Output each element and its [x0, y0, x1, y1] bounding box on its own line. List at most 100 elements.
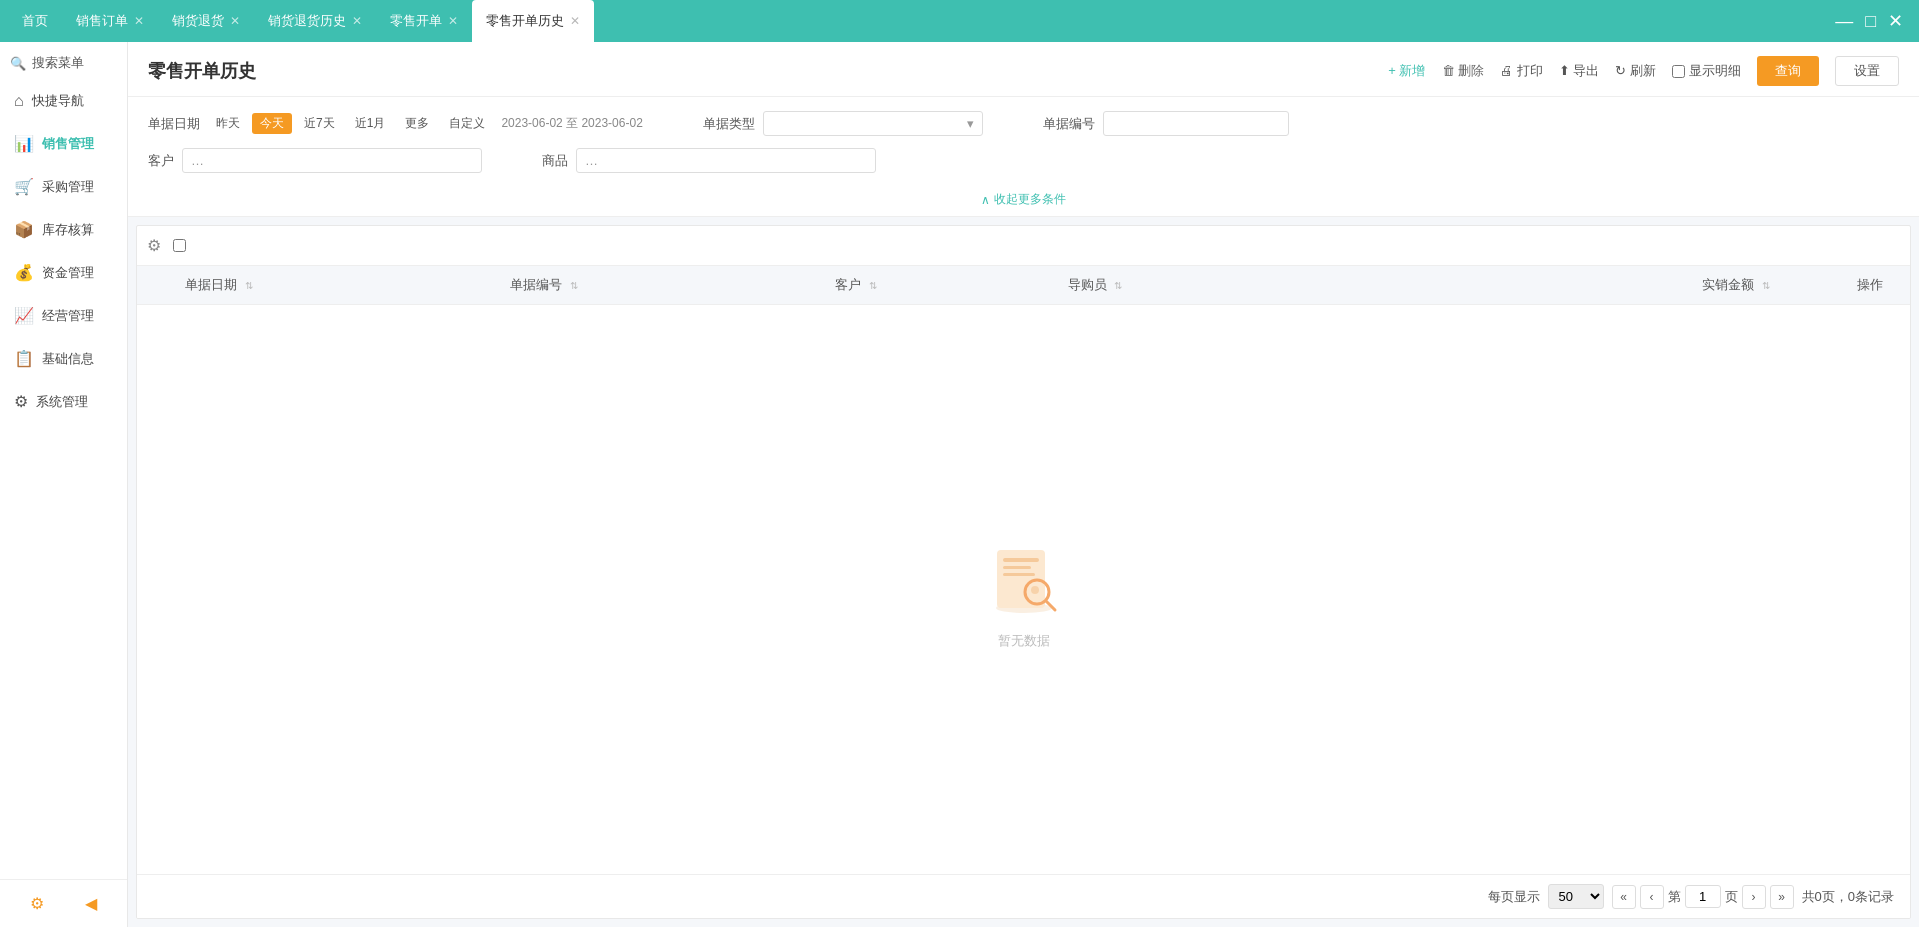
sidebar-label-quick-nav: 快捷导航 [32, 92, 84, 110]
page-size-select[interactable]: 50 10 20 100 [1548, 884, 1604, 909]
next-page-btn[interactable]: › [1742, 885, 1766, 909]
svg-rect-3 [1003, 566, 1031, 569]
export-button[interactable]: ⬆ 导出 [1559, 62, 1600, 80]
sidebar-item-basic-info[interactable]: 📋 基础信息 [0, 337, 127, 380]
sidebar-item-sys-mgmt[interactable]: ⚙系统管理 [0, 380, 127, 423]
total-info: 共0页，0条记录 [1802, 888, 1894, 906]
th-customer[interactable]: 客户 ⇅ [823, 266, 1056, 305]
query-button[interactable]: 查询 [1757, 56, 1819, 86]
tab-close-sales-order[interactable]: ✕ [134, 14, 144, 28]
page-header: 零售开单历史 + 新增 🗑 删除 🖨 打印 ⬆ 导出 ↻ 刷新 显示明细 查询 … [128, 42, 1919, 97]
date-pills: 昨天 今天 近7天 近1月 更多 自定义 [208, 113, 493, 134]
filter-area: 单据日期 昨天 今天 近7天 近1月 更多 自定义 2023-06-02 至 2… [128, 97, 1919, 217]
search-menu-label: 搜索菜单 [32, 54, 84, 72]
operations-icon: 📈 [14, 306, 34, 325]
tab-sales-order[interactable]: 销售订单✕ [62, 0, 158, 42]
tab-retail-open[interactable]: 零售开单✕ [376, 0, 472, 42]
page-title: 零售开单历史 [148, 59, 256, 83]
th-customer-sort-icon: ⇅ [869, 280, 877, 291]
goods-select[interactable]: … [576, 148, 876, 173]
sidebar-item-finance[interactable]: 💰资金管理 [0, 251, 127, 294]
date-pill-yesterday[interactable]: 昨天 [208, 113, 248, 134]
sidebar-item-quick-nav[interactable]: ⌂快捷导航 [0, 80, 127, 122]
table-settings-icon[interactable]: ⚙ [147, 236, 161, 255]
customer-select[interactable]: … [182, 148, 482, 173]
th-amount-sort-icon: ⇅ [1762, 280, 1770, 291]
th-salesperson[interactable]: 导购员 ⇅ [1056, 266, 1335, 305]
sidebar-item-sales-mgmt[interactable]: 📊销售管理 [0, 122, 127, 165]
first-page-btn[interactable]: « [1612, 885, 1636, 909]
date-label: 单据日期 [148, 115, 200, 133]
minimize-btn[interactable]: — [1835, 11, 1853, 32]
date-pill-7days[interactable]: 近7天 [296, 113, 343, 134]
doc-type-arrow: ▾ [967, 116, 974, 131]
tab-sales-return[interactable]: 销货退货✕ [158, 0, 254, 42]
sidebar-item-operations[interactable]: 📈 经营管理 [0, 294, 127, 337]
doc-no-input[interactable] [1103, 111, 1289, 136]
empty-illustration [979, 530, 1069, 620]
display-detail-checkbox[interactable] [1672, 65, 1685, 78]
search-menu-item[interactable]: 🔍 搜索菜单 [0, 42, 127, 80]
collapse-bar[interactable]: ∧ 收起更多条件 [148, 185, 1899, 216]
tab-home[interactable]: 首页 [8, 0, 62, 42]
sidebar-item-inventory[interactable]: 📦库存核算 [0, 208, 127, 251]
sidebar-item-purchase-mgmt[interactable]: 🛒采购管理 [0, 165, 127, 208]
page-input[interactable] [1685, 885, 1721, 908]
doc-no-group: 单据编号 [1043, 111, 1289, 136]
tab-close-sales-return-history[interactable]: ✕ [352, 14, 362, 28]
page-unit: 页 [1725, 888, 1738, 906]
last-page-btn[interactable]: » [1770, 885, 1794, 909]
svg-rect-4 [1003, 573, 1035, 576]
finance-icon: 💰 [14, 263, 34, 282]
th-customer-label: 客户 [835, 277, 861, 292]
doc-type-label: 单据类型 [703, 115, 755, 133]
window-controls: — □ ✕ [1835, 10, 1911, 32]
sidebar-bottom: ⚙ ◀ [0, 879, 127, 927]
date-pill-1month[interactable]: 近1月 [347, 113, 394, 134]
date-pill-custom[interactable]: 自定义 [441, 113, 493, 134]
customer-value: … [191, 153, 204, 168]
delete-button[interactable]: 🗑 删除 [1442, 62, 1485, 80]
sidebar-settings-btn[interactable]: ⚙ [30, 894, 44, 913]
customer-filter-group: 客户 … [148, 148, 482, 173]
tab-sales-return-history[interactable]: 销货退货历史✕ [254, 0, 376, 42]
svg-rect-2 [1003, 558, 1039, 562]
th-amount-label: 实销金额 [1702, 277, 1754, 292]
display-detail-label: 显示明细 [1689, 62, 1741, 80]
refresh-button[interactable]: ↻ 刷新 [1615, 62, 1656, 80]
date-pill-more[interactable]: 更多 [397, 113, 437, 134]
sidebar-label-operations: 经营管理 [42, 307, 94, 325]
th-amount[interactable]: 实销金额 ⇅ [1335, 266, 1830, 305]
date-pill-today[interactable]: 今天 [252, 113, 292, 134]
th-actions: 操作 [1830, 266, 1910, 305]
content-area: 零售开单历史 + 新增 🗑 删除 🖨 打印 ⬆ 导出 ↻ 刷新 显示明细 查询 … [128, 42, 1919, 927]
select-all-checkbox[interactable] [173, 239, 186, 252]
tab-close-sales-return[interactable]: ✕ [230, 14, 240, 28]
basic-info-icon: 📋 [14, 349, 34, 368]
header-actions: + 新增 🗑 删除 🖨 打印 ⬆ 导出 ↻ 刷新 显示明细 查询 设置 [1388, 56, 1899, 86]
svg-point-7 [1031, 586, 1039, 594]
collapse-up-icon: ∧ [981, 193, 990, 207]
sidebar-label-sales-mgmt: 销售管理 [42, 135, 94, 153]
print-button[interactable]: 🖨 打印 [1500, 62, 1543, 80]
sidebar-collapse-btn[interactable]: ◀ [85, 894, 97, 913]
close-btn[interactable]: ✕ [1888, 10, 1903, 32]
th-date[interactable]: 单据日期 ⇅ [173, 266, 498, 305]
display-detail-toggle[interactable]: 显示明细 [1672, 62, 1741, 80]
th-no-label: 单据编号 [510, 277, 562, 292]
sidebar-label-basic-info: 基础信息 [42, 350, 94, 368]
th-no[interactable]: 单据编号 ⇅ [498, 266, 823, 305]
th-salesperson-label: 导购员 [1068, 277, 1107, 292]
tab-close-retail-open-history[interactable]: ✕ [570, 14, 580, 28]
tab-retail-open-history[interactable]: 零售开单历史✕ [472, 0, 594, 42]
settings-button[interactable]: 设置 [1835, 56, 1899, 86]
prev-page-btn[interactable]: ‹ [1640, 885, 1664, 909]
tab-close-retail-open[interactable]: ✕ [448, 14, 458, 28]
sys-mgmt-icon: ⚙ [14, 392, 28, 411]
th-salesperson-sort-icon: ⇅ [1114, 280, 1122, 291]
maximize-btn[interactable]: □ [1865, 11, 1876, 32]
doc-type-select[interactable]: ▾ [763, 111, 983, 136]
inventory-icon: 📦 [14, 220, 34, 239]
goods-filter-group: 商品 … [542, 148, 876, 173]
new-button[interactable]: + 新增 [1388, 62, 1425, 80]
